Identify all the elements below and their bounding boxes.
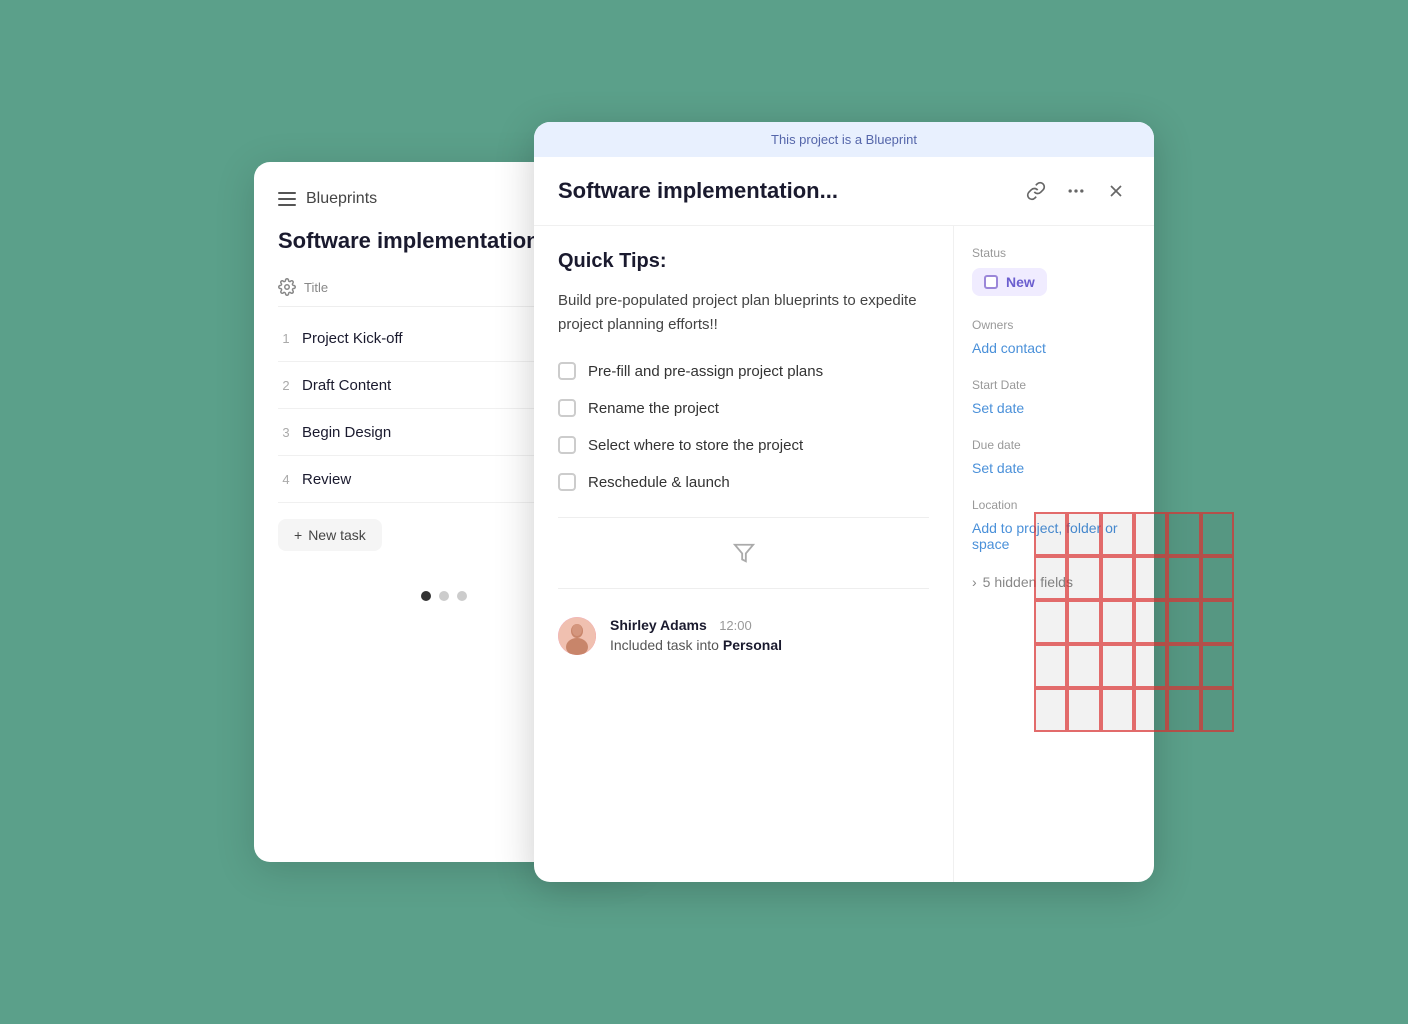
owners-label: Owners [972, 318, 1136, 332]
settings-icon[interactable] [278, 278, 296, 296]
link-button[interactable] [1022, 177, 1050, 205]
link-icon [1026, 181, 1046, 201]
activity-desc: Included task into Personal [610, 637, 929, 653]
checkbox[interactable] [558, 473, 576, 491]
filter-icon[interactable] [733, 542, 755, 564]
checkbox[interactable] [558, 362, 576, 380]
close-icon [1106, 181, 1126, 201]
detail-body: Quick Tips: Build pre-populated project … [534, 226, 1154, 882]
check-item: Reschedule & launch [558, 472, 929, 493]
more-icon [1066, 181, 1086, 201]
row-name: Project Kick-off [302, 330, 542, 347]
row-number: 3 [278, 425, 294, 440]
location-button[interactable]: Add to project, folder or space [972, 520, 1136, 552]
col-title-header: Title [304, 280, 522, 295]
dot-2 [439, 591, 449, 601]
activity-time: 12:00 [719, 618, 752, 633]
activity-desc-prefix: Included task into [610, 637, 719, 653]
more-button[interactable] [1062, 177, 1090, 205]
check-item: Pre-fill and pre-assign project plans [558, 361, 929, 382]
detail-header: Software implementation... [534, 157, 1154, 226]
status-pill[interactable]: New [972, 268, 1047, 296]
due-date-section: Due date Set date [972, 438, 1136, 476]
status-label: Status [972, 246, 1136, 260]
location-section: Location Add to project, folder or space [972, 498, 1136, 552]
grid-cell [1201, 688, 1234, 732]
owners-section: Owners Add contact [972, 318, 1136, 356]
grid-cell [1201, 556, 1234, 600]
row-number: 4 [278, 472, 294, 487]
grid-cell [1201, 644, 1234, 688]
dot-1 [421, 591, 431, 601]
dot-3 [457, 591, 467, 601]
add-contact-button[interactable]: Add contact [972, 340, 1136, 356]
check-label: Rename the project [588, 398, 719, 419]
detail-main: Quick Tips: Build pre-populated project … [534, 226, 954, 882]
grid-cell [1167, 556, 1200, 600]
check-item: Select where to store the project [558, 435, 929, 456]
due-date-button[interactable]: Set date [972, 460, 1136, 476]
right-panel: This project is a Blueprint Software imp… [534, 122, 1154, 882]
divider [558, 517, 929, 518]
grid-cell [1201, 600, 1234, 644]
plus-icon: + [294, 527, 302, 543]
checkbox[interactable] [558, 436, 576, 454]
new-task-button[interactable]: + New task [278, 519, 382, 551]
row-number: 2 [278, 378, 294, 393]
location-label: Location [972, 498, 1136, 512]
start-date-section: Start Date Set date [972, 378, 1136, 416]
status-checkbox [984, 275, 998, 289]
checklist: Pre-fill and pre-assign project plans Re… [558, 361, 929, 493]
blueprint-banner: This project is a Blueprint [534, 122, 1154, 157]
chevron-right-icon: › [972, 574, 977, 590]
panel-title: Blueprints [306, 190, 377, 208]
status-value: New [1006, 274, 1035, 290]
avatar [558, 617, 596, 655]
activity-user: Shirley Adams [610, 617, 707, 633]
row-name: Begin Design [302, 424, 542, 441]
quick-tips-title: Quick Tips: [558, 250, 929, 273]
detail-title: Software implementation... [558, 178, 1010, 204]
activity-content: Shirley Adams 12:00 Included task into P… [610, 617, 929, 653]
new-task-label: New task [308, 527, 366, 543]
grid-cell [1167, 644, 1200, 688]
row-name: Review [302, 471, 542, 488]
check-label: Select where to store the project [588, 435, 803, 456]
activity-divider [558, 588, 929, 589]
close-button[interactable] [1102, 177, 1130, 205]
activity-location: Personal [723, 637, 782, 653]
grid-cell [1167, 512, 1200, 556]
row-name: Draft Content [302, 377, 542, 394]
hidden-fields[interactable]: › 5 hidden fields [972, 574, 1136, 590]
grid-cell [1167, 688, 1200, 732]
activity-header: Shirley Adams 12:00 [610, 617, 929, 635]
start-date-button[interactable]: Set date [972, 400, 1136, 416]
quick-tips-text: Build pre-populated project plan bluepri… [558, 289, 929, 337]
detail-sidebar: Status New Owners Add contact Start Date… [954, 226, 1154, 882]
grid-cell [1167, 600, 1200, 644]
row-number: 1 [278, 331, 294, 346]
check-item: Rename the project [558, 398, 929, 419]
filter-icon-row [558, 534, 929, 572]
check-label: Reschedule & launch [588, 472, 730, 493]
hidden-fields-label: 5 hidden fields [983, 574, 1073, 590]
checkbox[interactable] [558, 399, 576, 417]
status-section: Status New [972, 246, 1136, 296]
start-date-label: Start Date [972, 378, 1136, 392]
due-date-label: Due date [972, 438, 1136, 452]
grid-cell [1201, 512, 1234, 556]
menu-icon[interactable] [278, 192, 296, 206]
activity-item: Shirley Adams 12:00 Included task into P… [558, 605, 929, 667]
check-label: Pre-fill and pre-assign project plans [588, 361, 823, 382]
